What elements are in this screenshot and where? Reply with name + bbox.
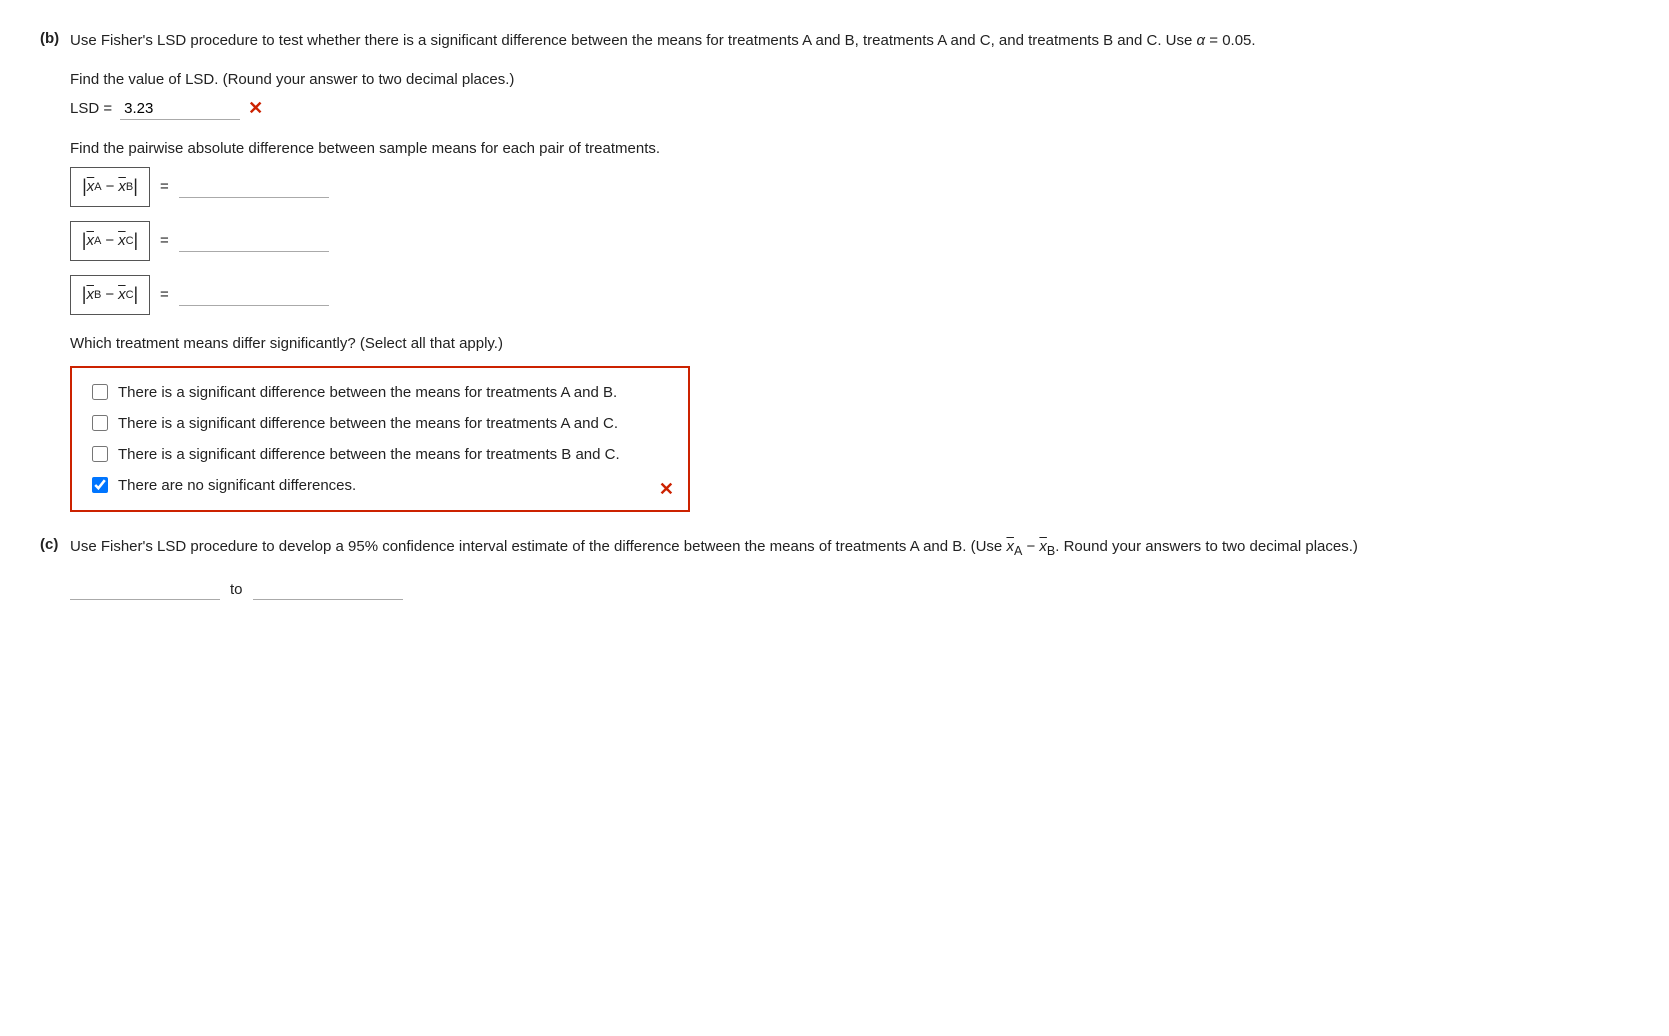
equals-bc: = — [160, 286, 169, 303]
lsd-label: LSD = — [70, 100, 112, 117]
checkbox-row-2: There is a significant difference betwee… — [92, 415, 668, 432]
checkbox-opt3[interactable] — [92, 446, 108, 462]
ci-from-input[interactable] — [70, 578, 220, 600]
checkbox-row-4: There are no significant differences. — [92, 477, 668, 494]
math-expr-ab: | xA − xB | — [70, 167, 150, 207]
lsd-row: LSD = ✕ — [70, 98, 1629, 120]
part-b-description: Use Fisher's LSD procedure to test wheth… — [70, 30, 1256, 53]
checkbox-opt1[interactable] — [92, 384, 108, 400]
math-expr-bc: | xB − xC | — [70, 275, 150, 315]
part-c-section: (c) Use Fisher's LSD procedure to develo… — [40, 536, 1629, 601]
lsd-input[interactable] — [120, 98, 240, 120]
checkbox-opt2[interactable] — [92, 415, 108, 431]
pairwise-section: Find the pairwise absolute difference be… — [70, 140, 1629, 315]
which-treatment-question: Which treatment means differ significant… — [70, 335, 1629, 352]
part-b-header: (b) Use Fisher's LSD procedure to test w… — [40, 30, 1629, 53]
to-text: to — [230, 581, 243, 598]
lsd-x-mark[interactable]: ✕ — [248, 98, 263, 119]
part-c-description: Use Fisher's LSD procedure to develop a … — [70, 536, 1358, 561]
diff-row-ab: | xA − xB | = — [70, 167, 1629, 207]
equals-ab: = — [160, 178, 169, 195]
lsd-instruction: Find the value of LSD. (Round your answe… — [70, 71, 1629, 88]
which-treatment-section: Which treatment means differ significant… — [70, 335, 1629, 512]
diff-row-bc: | xB − xC | = — [70, 275, 1629, 315]
part-c-letter: (c) — [40, 536, 60, 553]
checkbox-container: There is a significant difference betwee… — [70, 366, 690, 512]
math-expr-ac: | xA − xC | — [70, 221, 150, 261]
checkbox-label-2[interactable]: There is a significant difference betwee… — [118, 415, 618, 432]
checkbox-row-1: There is a significant difference betwee… — [92, 384, 668, 401]
checkbox-opt4[interactable] — [92, 477, 108, 493]
diff-row-ac: | xA − xC | = — [70, 221, 1629, 261]
checkbox-x-mark[interactable]: ✕ — [659, 479, 674, 500]
ci-to-input[interactable] — [253, 578, 403, 600]
lsd-section: Find the value of LSD. (Round your answe… — [70, 71, 1629, 120]
abs-input-bc[interactable] — [179, 284, 329, 306]
checkbox-label-1[interactable]: There is a significant difference betwee… — [118, 384, 617, 401]
pairwise-instruction: Find the pairwise absolute difference be… — [70, 140, 1629, 157]
checkbox-row-3: There is a significant difference betwee… — [92, 446, 668, 463]
part-c-header: (c) Use Fisher's LSD procedure to develo… — [40, 536, 1629, 561]
confidence-interval-row: to — [70, 578, 1629, 600]
equals-ac: = — [160, 232, 169, 249]
checkbox-label-4[interactable]: There are no significant differences. — [118, 477, 356, 494]
abs-input-ac[interactable] — [179, 230, 329, 252]
abs-input-ab[interactable] — [179, 176, 329, 198]
part-b-letter: (b) — [40, 30, 60, 47]
checkbox-label-3[interactable]: There is a significant difference betwee… — [118, 446, 620, 463]
